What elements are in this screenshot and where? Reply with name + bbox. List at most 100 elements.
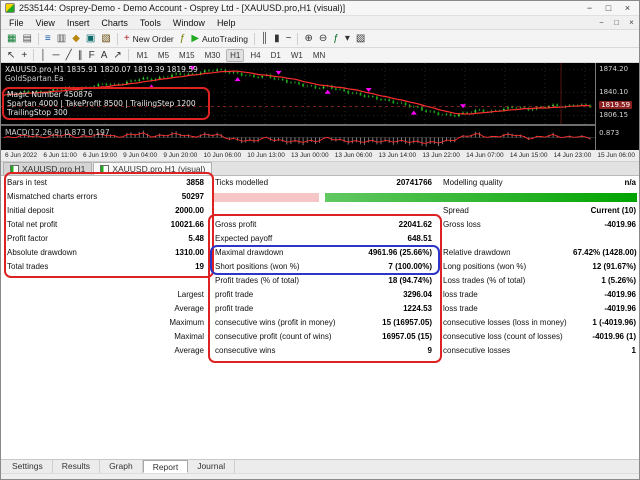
timeframe-m30-button[interactable]: M30 — [201, 49, 225, 62]
time-axis[interactable]: 6 Jun 2022 6 Jun 11:00 6 Jun 19:00 9 Jun 04… — [1, 150, 639, 162]
maximize-button[interactable]: □ — [599, 1, 618, 15]
zoom-in-button[interactable]: ⊕ — [302, 32, 314, 46]
child-minimize-button[interactable]: − — [594, 18, 609, 27]
menu-file[interactable]: File — [3, 18, 30, 28]
report-label: Expected payoff — [215, 234, 273, 243]
horizontal-line-button[interactable]: ─ — [50, 48, 61, 62]
trendline-button[interactable]: ╱ — [64, 48, 74, 62]
cursor-button[interactable]: ↖ — [5, 48, 17, 62]
chart-icon — [10, 165, 19, 173]
timeframe-m1-button[interactable]: M1 — [133, 49, 152, 62]
zoom-out-button[interactable]: ⊖ — [317, 32, 329, 46]
line-chart-button[interactable]: ~ — [284, 32, 294, 46]
periods-icon: ▾ — [344, 33, 350, 44]
report-value: -4019.96 — [604, 304, 636, 313]
indicators-button[interactable]: ƒ — [331, 32, 341, 46]
candlestick-chart-button[interactable]: ▮ — [272, 32, 282, 46]
close-button[interactable]: × — [618, 1, 637, 15]
report-row: Initial deposit 2000.00 Spread Current (10) — [1, 204, 639, 218]
zoom-out-icon: ⊖ — [318, 33, 328, 44]
price-chart[interactable]: XAUUSD.pro,H1 1835.91 1820.07 1819.39 18… — [1, 63, 596, 150]
menu-view[interactable]: View — [30, 18, 61, 28]
autotrading-icon: ▶ — [191, 33, 200, 44]
new-chart-button[interactable]: ▦ — [5, 32, 18, 46]
report-label: Loss trades (% of total) — [443, 276, 526, 285]
data-window-button[interactable]: ▥ — [55, 32, 68, 46]
report-label: Gross loss — [443, 220, 481, 229]
market-watch-button[interactable]: ≡ — [43, 32, 53, 46]
report-value: 9 — [427, 346, 432, 355]
report-value: 1224.53 — [403, 304, 432, 313]
titlebar: 2535144: Osprey-Demo - Demo Account - Os… — [1, 1, 639, 16]
menu-tools[interactable]: Tools — [134, 18, 167, 28]
menu-window[interactable]: Window — [167, 18, 211, 28]
crosshair-button[interactable]: + — [19, 48, 29, 62]
tester-tab-journal[interactable]: Journal — [188, 460, 236, 473]
report-value: 3296.04 — [403, 290, 432, 299]
report-value: 648.51 — [407, 234, 432, 243]
timeframe-mn-button[interactable]: MN — [309, 49, 329, 62]
chart-tab-bar: XAUUSD.pro,H1 XAUUSD.pro,H1 (visual) — [1, 162, 639, 176]
tester-tab-report[interactable]: Report — [142, 460, 189, 473]
report-label — [1, 316, 127, 330]
report-group-label: Maximal — [174, 332, 204, 341]
text-button[interactable]: A — [99, 48, 110, 62]
metaeditor-button[interactable]: ƒ — [178, 32, 188, 46]
timeframe-d1-button[interactable]: D1 — [267, 49, 285, 62]
price-axis-label: 1874.20 — [599, 65, 629, 73]
minimize-button[interactable]: − — [580, 1, 599, 15]
price-axis[interactable]: 1874.20 1840.10 1819.59 1806.15 0.873 — [595, 63, 639, 150]
report-value: 1310.00 — [175, 248, 204, 257]
menu-charts[interactable]: Charts — [95, 18, 134, 28]
report-label — [437, 232, 573, 246]
report-label — [1, 302, 127, 316]
menu-help[interactable]: Help — [211, 18, 242, 28]
tester-tab-results[interactable]: Results — [53, 460, 101, 473]
report-row: Maximal consecutive profit (count of wins… — [1, 330, 639, 344]
report-value: 7 (100.00%) — [388, 262, 432, 271]
arrows-button[interactable]: ↗ — [111, 48, 123, 62]
profiles-button[interactable]: ▤ — [20, 32, 33, 46]
fibonacci-button[interactable]: F — [87, 48, 97, 62]
report-label: Maximal drawdown — [215, 248, 284, 257]
periods-button[interactable]: ▾ — [343, 32, 352, 46]
child-restore-button[interactable]: □ — [609, 18, 624, 27]
report-value: 5.48 — [188, 234, 204, 243]
time-axis-label: 9 Jun 04:00 — [123, 152, 158, 159]
channel-button[interactable]: ∥ — [76, 48, 85, 62]
timeframe-m5-button[interactable]: M5 — [154, 49, 173, 62]
report-row: Average consecutive wins 9 consecutive loss… — [1, 344, 639, 358]
report-group-label: Maximum — [169, 318, 204, 327]
timeframe-w1-button[interactable]: W1 — [287, 49, 307, 62]
timeframe-h4-button[interactable]: H4 — [246, 49, 264, 62]
menu-insert[interactable]: Insert — [61, 18, 96, 28]
report-group-label: Average — [174, 304, 204, 313]
report-label: profit trade — [215, 304, 254, 313]
time-axis-label: 6 Jun 11:00 — [43, 152, 77, 159]
navigator-button[interactable]: ◆ — [70, 32, 82, 46]
autotrading-button[interactable]: ▶ AutoTrading — [189, 32, 250, 46]
chart-tab-xauusd-visual[interactable]: XAUUSD.pro,H1 (visual) — [93, 162, 213, 175]
tester-tab-settings[interactable]: Settings — [3, 460, 53, 473]
report-value: 12 (91.67%) — [592, 262, 636, 271]
terminal-button[interactable]: ▣ — [84, 32, 97, 46]
bar-chart-button[interactable]: ║ — [259, 32, 270, 46]
strategy-tester-button[interactable]: ▧ — [99, 32, 112, 46]
toolbar-separator — [33, 49, 35, 61]
chart-symbol-ohlc: XAUUSD.pro,H1 1835.91 1820.07 1819.39 18… — [5, 65, 198, 74]
tester-tab-graph[interactable]: Graph — [100, 460, 143, 473]
report-label: profit trade — [215, 290, 254, 299]
templates-button[interactable]: ▨ — [354, 32, 367, 46]
report-label: consecutive wins (profit in money) — [215, 318, 336, 327]
vertical-line-button[interactable]: │ — [38, 48, 48, 62]
quality-bar-green — [325, 192, 637, 202]
chart-tab-xauusd[interactable]: XAUUSD.pro,H1 — [3, 162, 93, 175]
new-order-button[interactable]: + New Order — [122, 32, 176, 46]
timeframe-h1-button[interactable]: H1 — [226, 48, 245, 62]
report-group-label: Largest — [177, 290, 204, 299]
fibonacci-icon: F — [88, 49, 95, 61]
child-close-button[interactable]: × — [624, 18, 639, 27]
chart-tab-label: XAUUSD.pro,H1 (visual) — [112, 164, 206, 174]
timeframe-m15-button[interactable]: M15 — [175, 49, 199, 62]
mt4-window: 2535144: Osprey-Demo - Demo Account - Os… — [0, 0, 640, 480]
